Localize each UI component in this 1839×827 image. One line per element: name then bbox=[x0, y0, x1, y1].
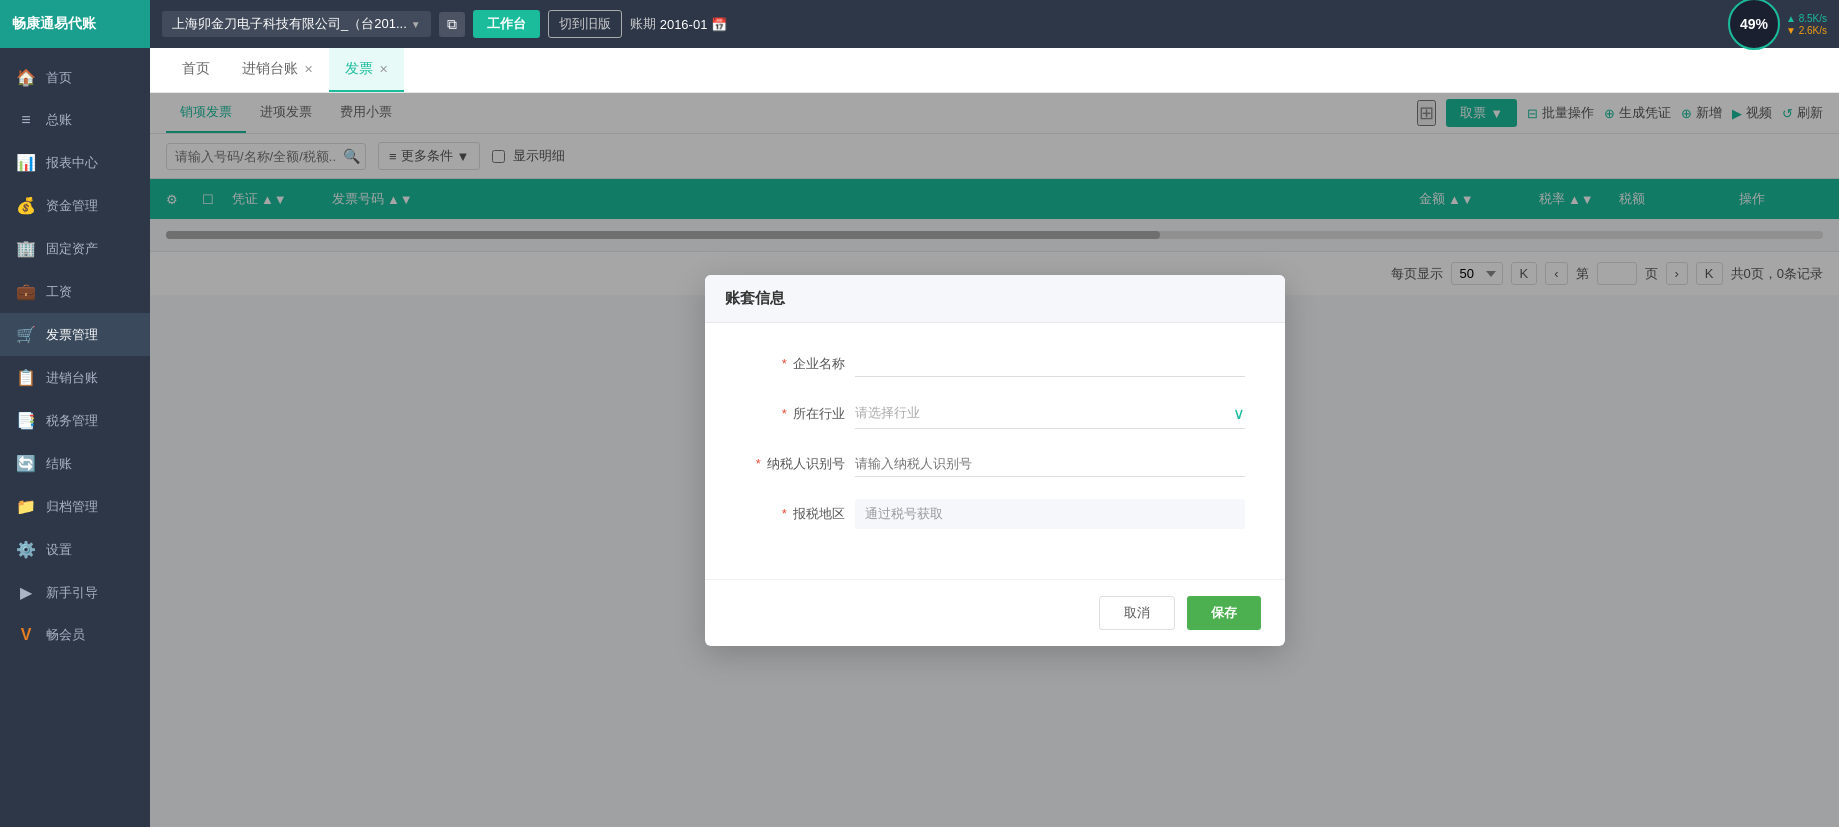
industry-label: * 所在行业 bbox=[745, 405, 855, 423]
settings-icon: ⚙️ bbox=[16, 540, 36, 559]
sidebar-item-label: 税务管理 bbox=[46, 412, 98, 430]
logo-text: 畅康通易代账 bbox=[12, 15, 96, 33]
sidebar-item-label: 工资 bbox=[46, 283, 72, 301]
period-info: 账期 2016-01 📅 bbox=[630, 15, 728, 33]
archive-icon: 📁 bbox=[16, 497, 36, 516]
sidebar-item-reports[interactable]: 📊 报表中心 bbox=[0, 141, 150, 184]
taxpayer-input[interactable] bbox=[855, 451, 1245, 477]
form-row-industry: * 所在行业 请选择行业 ∨ bbox=[745, 399, 1245, 429]
tab-bar: 首页 进销台账 ✕ 发票 ✕ bbox=[150, 48, 1839, 93]
sidebar-item-member[interactable]: V 畅会员 bbox=[0, 614, 150, 656]
modal-footer: 取消 保存 bbox=[705, 579, 1285, 646]
sidebar-item-label: 报表中心 bbox=[46, 154, 98, 172]
company-name-input[interactable]: 11 bbox=[855, 351, 1245, 377]
tab-close-invoice[interactable]: ✕ bbox=[379, 63, 388, 76]
sidebar-item-label: 结账 bbox=[46, 455, 72, 473]
tax-icon: 📑 bbox=[16, 411, 36, 430]
sidebar-item-label: 畅会员 bbox=[46, 626, 85, 644]
company-name: 上海卯金刀电子科技有限公司_（台201... bbox=[172, 15, 407, 33]
sidebar-item-settlement[interactable]: 🔄 结账 bbox=[0, 442, 150, 485]
period-value: 2016-01 bbox=[660, 17, 708, 32]
sidebar-item-funds[interactable]: 💰 资金管理 bbox=[0, 184, 150, 227]
company-dropdown-arrow: ▼ bbox=[411, 19, 421, 30]
sidebar-item-label: 资金管理 bbox=[46, 197, 98, 215]
speed-badge: 49% bbox=[1728, 0, 1780, 50]
form-row-company: * 企业名称 11 bbox=[745, 351, 1245, 377]
sidebar-item-salary[interactable]: 💼 工资 bbox=[0, 270, 150, 313]
sidebar-item-purchase[interactable]: 📋 进销台账 bbox=[0, 356, 150, 399]
tab-home[interactable]: 首页 bbox=[166, 48, 226, 92]
sidebar-item-label: 进销台账 bbox=[46, 369, 98, 387]
settlement-icon: 🔄 bbox=[16, 454, 36, 473]
industry-placeholder: 请选择行业 bbox=[855, 404, 1233, 422]
sidebar-nav: 🏠 首页 ≡ 总账 📊 报表中心 💰 资金管理 🏢 固定资产 💼 工资 bbox=[0, 48, 150, 827]
sidebar-item-label: 发票管理 bbox=[46, 326, 98, 344]
modal-header: 账套信息 bbox=[705, 275, 1285, 323]
invoice-icon: 🛒 bbox=[16, 325, 36, 344]
form-row-tax-region: * 报税地区 通过税号获取 bbox=[745, 499, 1245, 529]
guide-icon: ▶ bbox=[16, 583, 36, 602]
tax-region-display: 通过税号获取 bbox=[855, 499, 1245, 529]
industry-select[interactable]: 请选择行业 ∨ bbox=[855, 399, 1245, 429]
breadcrumb-tabs: 首页 进销台账 ✕ 发票 ✕ bbox=[166, 48, 404, 92]
tab-close-purchase[interactable]: ✕ bbox=[304, 63, 313, 76]
sidebar-item-invoice[interactable]: 🛒 发票管理 bbox=[0, 313, 150, 356]
speed-stats: ▲ 8.5K/s ▼ 2.6K/s bbox=[1786, 13, 1827, 36]
speed-percent: 49% bbox=[1740, 16, 1768, 32]
workbench-button[interactable]: 工作台 bbox=[473, 10, 540, 38]
modal-overlay: 账套信息 * 企业名称 11 bbox=[150, 93, 1839, 827]
funds-icon: 💰 bbox=[16, 196, 36, 215]
switch-old-button[interactable]: 切到旧版 bbox=[548, 10, 622, 38]
sidebar-item-label: 新手引导 bbox=[46, 584, 98, 602]
taxpayer-label: * 纳税人识别号 bbox=[745, 455, 855, 473]
sidebar-item-tax[interactable]: 📑 税务管理 bbox=[0, 399, 150, 442]
tax-region-label: * 报税地区 bbox=[745, 505, 855, 523]
sidebar-item-label: 首页 bbox=[46, 69, 72, 87]
sidebar-item-home[interactable]: 🏠 首页 bbox=[0, 56, 150, 99]
home-icon: 🏠 bbox=[16, 68, 36, 87]
modal-body: * 企业名称 11 * 所在行业 请选择行业 bbox=[705, 323, 1285, 579]
tab-purchase[interactable]: 进销台账 ✕ bbox=[226, 48, 329, 92]
sidebar-item-label: 归档管理 bbox=[46, 498, 98, 516]
sidebar-item-ledger[interactable]: ≡ 总账 bbox=[0, 99, 150, 141]
sidebar-item-label: 固定资产 bbox=[46, 240, 98, 258]
tab-invoice[interactable]: 发票 ✕ bbox=[329, 48, 404, 92]
purchase-icon: 📋 bbox=[16, 368, 36, 387]
sidebar-item-settings[interactable]: ⚙️ 设置 bbox=[0, 528, 150, 571]
sidebar-item-guide[interactable]: ▶ 新手引导 bbox=[0, 571, 150, 614]
save-button[interactable]: 保存 bbox=[1187, 596, 1261, 630]
sidebar-item-fixed[interactable]: 🏢 固定资产 bbox=[0, 227, 150, 270]
form-row-taxpayer: * 纳税人识别号 bbox=[745, 451, 1245, 477]
industry-dropdown-icon: ∨ bbox=[1233, 404, 1245, 423]
speed-down: ▼ 2.6K/s bbox=[1786, 25, 1827, 36]
sidebar: 畅康通易代账 🏠 首页 ≡ 总账 📊 报表中心 💰 资金管理 🏢 固定资 bbox=[0, 0, 150, 827]
calendar-icon[interactable]: 📅 bbox=[711, 17, 727, 32]
salary-icon: 💼 bbox=[16, 282, 36, 301]
speed-up: ▲ 8.5K/s bbox=[1786, 13, 1827, 24]
reports-icon: 📊 bbox=[16, 153, 36, 172]
company-selector[interactable]: 上海卯金刀电子科技有限公司_（台201... ▼ bbox=[162, 11, 431, 37]
sidebar-logo: 畅康通易代账 bbox=[0, 0, 150, 48]
sub-content: 销项发票 进项发票 费用小票 ⊞ 取票 ▼ ⊟ bbox=[150, 93, 1839, 827]
company-name-label: * 企业名称 bbox=[745, 355, 855, 373]
sidebar-item-label: 设置 bbox=[46, 541, 72, 559]
cancel-button[interactable]: 取消 bbox=[1099, 596, 1175, 630]
fixed-icon: 🏢 bbox=[16, 239, 36, 258]
modal-title: 账套信息 bbox=[725, 289, 785, 306]
account-info-modal: 账套信息 * 企业名称 11 bbox=[705, 275, 1285, 646]
topbar: 上海卯金刀电子科技有限公司_（台201... ▼ ⧉ 工作台 切到旧版 账期 2… bbox=[150, 0, 1839, 48]
topbar-right: 49% ▲ 8.5K/s ▼ 2.6K/s bbox=[1728, 0, 1827, 50]
topbar-copy-btn[interactable]: ⧉ bbox=[439, 12, 465, 37]
sidebar-item-label: 总账 bbox=[46, 111, 72, 129]
period-label: 账期 bbox=[630, 15, 656, 33]
ledger-icon: ≡ bbox=[16, 111, 36, 129]
sidebar-item-archive[interactable]: 📁 归档管理 bbox=[0, 485, 150, 528]
member-icon: V bbox=[16, 626, 36, 644]
main-area: 上海卯金刀电子科技有限公司_（台201... ▼ ⧉ 工作台 切到旧版 账期 2… bbox=[150, 0, 1839, 827]
